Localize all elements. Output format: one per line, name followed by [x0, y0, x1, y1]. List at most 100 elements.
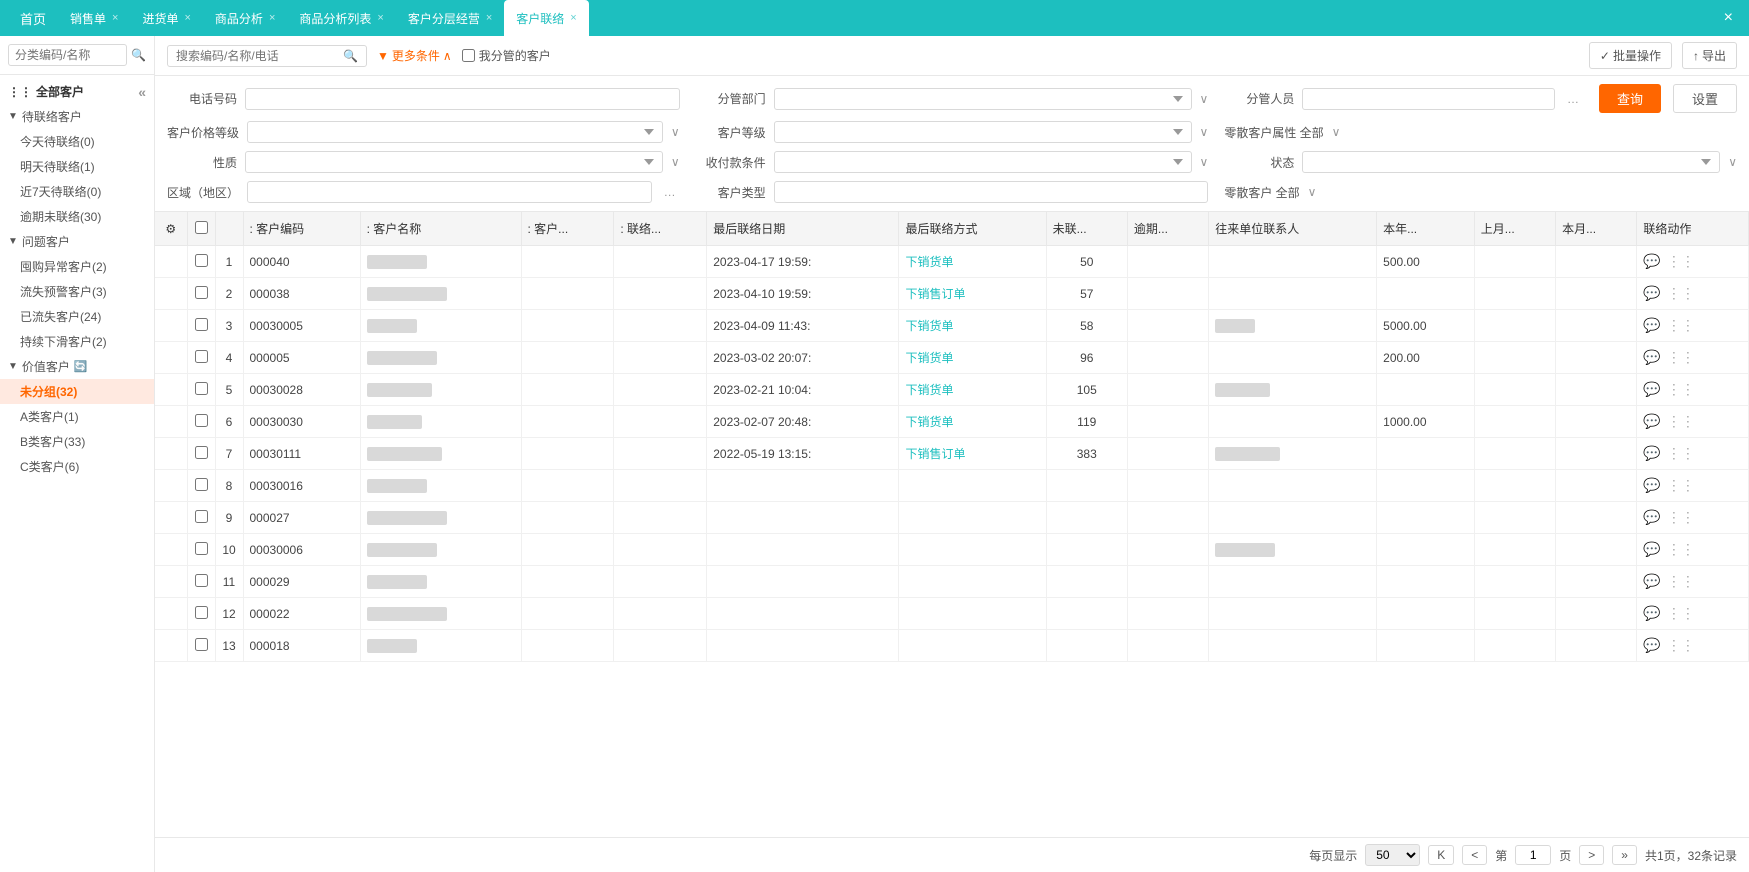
- phone-input[interactable]: [245, 88, 680, 110]
- region-input[interactable]: [247, 181, 652, 203]
- row-select-checkbox[interactable]: [195, 542, 208, 555]
- row-last-way[interactable]: 下销售订单: [899, 278, 1046, 310]
- row-select-checkbox[interactable]: [195, 606, 208, 619]
- dept-select[interactable]: [774, 88, 1192, 110]
- row-last-way[interactable]: 下销售订单: [899, 438, 1046, 470]
- section-problem-customers[interactable]: ▼ 问题客户: [0, 229, 154, 254]
- row-select-checkbox[interactable]: [195, 382, 208, 395]
- sidebar-item-class-b[interactable]: B类客户(33): [0, 429, 154, 454]
- message-action-icon[interactable]: 💬: [1643, 285, 1660, 302]
- row-checkbox[interactable]: [187, 534, 215, 566]
- col-last-month[interactable]: 上月...: [1474, 212, 1555, 246]
- row-checkbox[interactable]: [187, 310, 215, 342]
- row-checkbox[interactable]: [187, 502, 215, 534]
- grid-action-icon[interactable]: ⋮⋮: [1667, 637, 1695, 654]
- message-action-icon[interactable]: 💬: [1643, 381, 1660, 398]
- grid-action-icon[interactable]: ⋮⋮: [1667, 349, 1695, 366]
- message-action-icon[interactable]: 💬: [1643, 477, 1660, 494]
- row-last-way[interactable]: 下销货单: [899, 310, 1046, 342]
- row-last-way[interactable]: [899, 566, 1046, 598]
- row-checkbox[interactable]: [187, 246, 215, 278]
- message-action-icon[interactable]: 💬: [1643, 413, 1660, 430]
- prev-page-btn[interactable]: <: [1462, 845, 1487, 865]
- customer-level-select[interactable]: [774, 121, 1192, 143]
- next-page-btn[interactable]: >: [1579, 845, 1604, 865]
- col-overdue[interactable]: 逾期...: [1127, 212, 1208, 246]
- price-level-select[interactable]: [247, 121, 663, 143]
- row-last-way[interactable]: 下销货单: [899, 246, 1046, 278]
- col-name[interactable]: : 客户名称: [360, 212, 521, 246]
- close-sales-tab[interactable]: ×: [112, 12, 118, 24]
- sidebar-search-icon[interactable]: 🔍: [131, 48, 146, 62]
- grid-action-icon[interactable]: ⋮⋮: [1667, 509, 1695, 526]
- col-contact[interactable]: : 联络...: [614, 212, 707, 246]
- search-input[interactable]: [176, 49, 343, 63]
- grid-action-icon[interactable]: ⋮⋮: [1667, 381, 1695, 398]
- row-select-checkbox[interactable]: [195, 254, 208, 267]
- person-more-icon[interactable]: …: [1563, 92, 1583, 106]
- message-action-icon[interactable]: 💬: [1643, 253, 1660, 270]
- col-action[interactable]: 联络动作: [1637, 212, 1749, 246]
- reset-button[interactable]: 设置: [1673, 84, 1737, 113]
- grid-action-icon[interactable]: ⋮⋮: [1667, 413, 1695, 430]
- col-type[interactable]: : 客户...: [521, 212, 614, 246]
- row-select-checkbox[interactable]: [195, 414, 208, 427]
- message-action-icon[interactable]: 💬: [1643, 509, 1660, 526]
- row-checkbox[interactable]: [187, 374, 215, 406]
- message-action-icon[interactable]: 💬: [1643, 349, 1660, 366]
- message-action-icon[interactable]: 💬: [1643, 573, 1660, 590]
- all-customers-header[interactable]: ⋮⋮ 全部客户 «: [0, 75, 154, 104]
- nav-sales[interactable]: 销售单 ×: [58, 0, 130, 36]
- grid-action-icon[interactable]: ⋮⋮: [1667, 541, 1695, 558]
- nav-product-analysis-list[interactable]: 商品分析列表 ×: [287, 0, 395, 36]
- row-last-way[interactable]: 下销货单: [899, 342, 1046, 374]
- nav-customer-layer[interactable]: 客户分层经营 ×: [396, 0, 504, 36]
- message-action-icon[interactable]: 💬: [1643, 541, 1660, 558]
- sidebar-item-overdue-contact[interactable]: 逾期未联络(30): [0, 204, 154, 229]
- status-select[interactable]: [1302, 151, 1720, 173]
- nav-product-analysis[interactable]: 商品分析 ×: [203, 0, 287, 36]
- col-this-year[interactable]: 本年...: [1377, 212, 1475, 246]
- sidebar-item-tomorrow-contact[interactable]: 明天待联络(1): [0, 154, 154, 179]
- sidebar-item-class-a[interactable]: A类客户(1): [0, 404, 154, 429]
- page-size-select[interactable]: 50 100: [1365, 844, 1420, 866]
- row-select-checkbox[interactable]: [195, 638, 208, 651]
- customer-type-input[interactable]: [774, 181, 1209, 203]
- section-value-customers[interactable]: ▼ 价值客户 🔄: [0, 354, 154, 379]
- section-pending-contact[interactable]: ▼ 待联络客户: [0, 104, 154, 129]
- export-button[interactable]: ↑ 导出: [1682, 42, 1737, 69]
- sidebar-item-week-contact[interactable]: 近7天待联络(0): [0, 179, 154, 204]
- grid-action-icon[interactable]: ⋮⋮: [1667, 253, 1695, 270]
- more-conditions-btn[interactable]: ▼ 更多条件 ∧: [377, 47, 452, 64]
- close-customer-layer-tab[interactable]: ×: [486, 12, 492, 24]
- row-checkbox[interactable]: [187, 630, 215, 662]
- page-number-input[interactable]: [1515, 845, 1551, 865]
- sidebar-item-ungrouped[interactable]: 未分组(32): [0, 379, 154, 404]
- close-customer-contact-tab[interactable]: ×: [570, 12, 576, 24]
- grid-action-icon[interactable]: ⋮⋮: [1667, 317, 1695, 334]
- sidebar-item-class-c[interactable]: C类客户(6): [0, 454, 154, 479]
- message-action-icon[interactable]: 💬: [1643, 317, 1660, 334]
- sidebar-item-churn-warning[interactable]: 流失预警客户(3): [0, 279, 154, 304]
- message-action-icon[interactable]: 💬: [1643, 445, 1660, 462]
- row-checkbox[interactable]: [187, 406, 215, 438]
- col-last-contact-date[interactable]: 最后联络日期: [707, 212, 899, 246]
- grid-action-icon[interactable]: ⋮⋮: [1667, 285, 1695, 302]
- col-last-contact-way[interactable]: 最后联络方式: [899, 212, 1046, 246]
- row-select-checkbox[interactable]: [195, 478, 208, 491]
- window-close-button[interactable]: ×: [1716, 9, 1741, 27]
- last-page-btn[interactable]: »: [1612, 845, 1637, 865]
- row-checkbox[interactable]: [187, 342, 215, 374]
- nature-select[interactable]: [245, 151, 663, 173]
- grid-action-icon[interactable]: ⋮⋮: [1667, 573, 1695, 590]
- person-input[interactable]: [1302, 88, 1555, 110]
- close-product-analysis-tab[interactable]: ×: [269, 12, 275, 24]
- select-all-checkbox[interactable]: [195, 221, 208, 234]
- my-customers-checkbox[interactable]: [462, 49, 475, 62]
- query-button[interactable]: 查询: [1599, 84, 1661, 113]
- row-select-checkbox[interactable]: [195, 318, 208, 331]
- payment-select[interactable]: [774, 151, 1192, 173]
- grid-action-icon[interactable]: ⋮⋮: [1667, 445, 1695, 462]
- nav-home[interactable]: 首页: [8, 0, 58, 36]
- row-last-way[interactable]: 下销货单: [899, 374, 1046, 406]
